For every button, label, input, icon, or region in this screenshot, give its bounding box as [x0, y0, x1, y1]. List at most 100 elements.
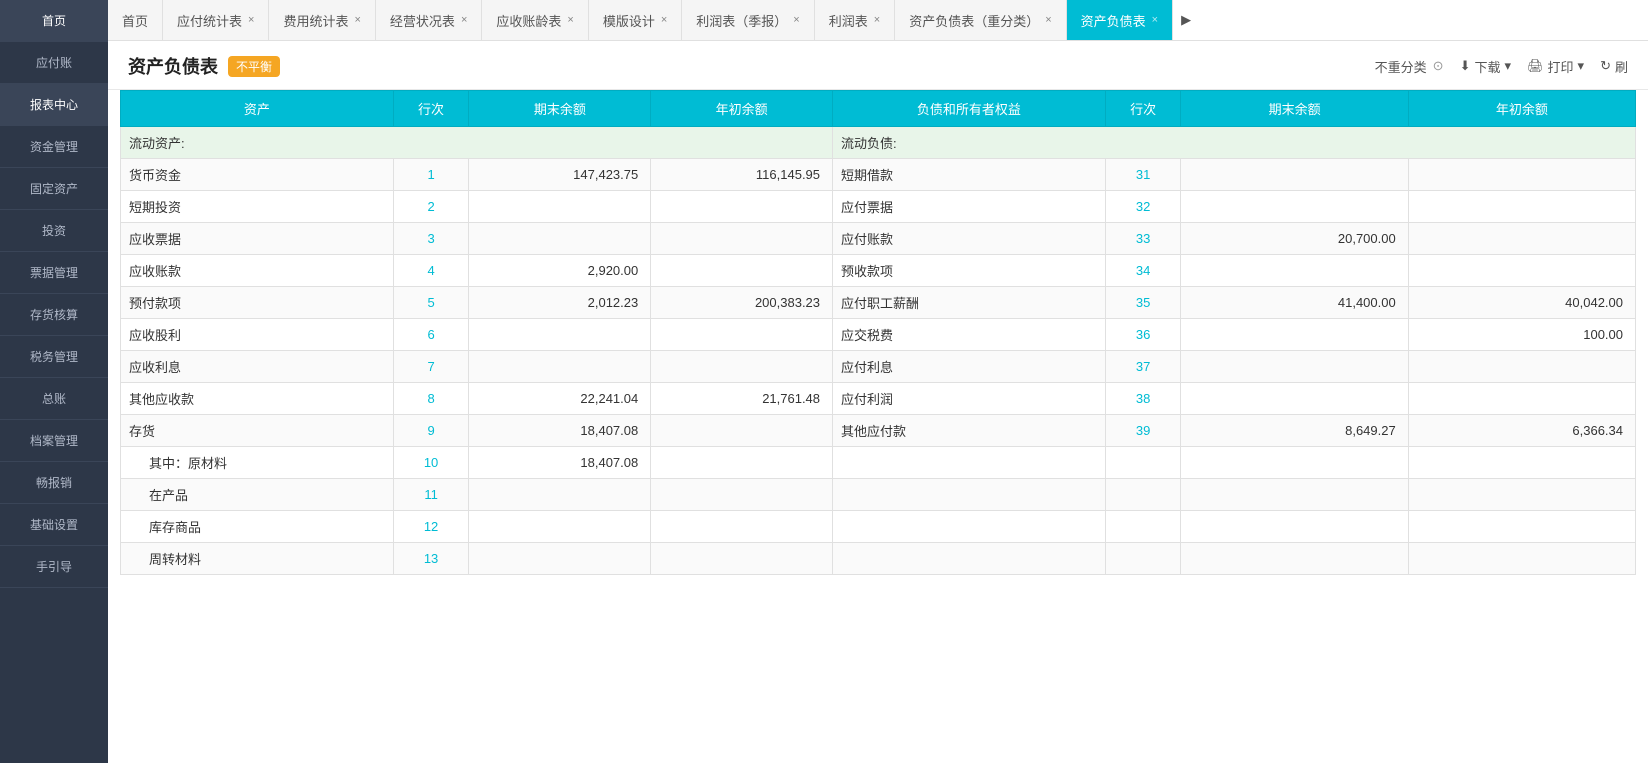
sidebar-item-report-center[interactable]: 报表中心 — [0, 84, 108, 126]
table-row[interactable]: 货币资金 1 147,423.75 116,145.95 短期借款 31 — [121, 159, 1636, 191]
header-liabilities: 负债和所有者权益 — [833, 91, 1106, 127]
close-tab-expense-stat[interactable]: × — [354, 14, 360, 26]
table-row[interactable]: 周转材料 13 — [121, 543, 1636, 575]
page-title-area: 资产负债表 不平衡 — [128, 53, 280, 79]
liability-row-number: 38 — [1105, 383, 1181, 415]
liability-end-balance — [1181, 191, 1408, 223]
sidebar-item-tax-management[interactable]: 税务管理 — [0, 336, 108, 378]
close-tab-operations-report[interactable]: × — [461, 14, 467, 26]
table-row[interactable]: 存货 9 18,407.08 其他应付款 39 8,649.27 6,366.3… — [121, 415, 1636, 447]
tab-balance-sheet[interactable]: 资产负债表 × — [1067, 0, 1173, 40]
liability-year-start-balance — [1408, 351, 1635, 383]
tab-profit-quarterly[interactable]: 利润表（季报） × — [682, 0, 814, 40]
liability-end-balance — [1181, 255, 1408, 287]
end-balance: 18,407.08 — [469, 415, 651, 447]
tab-ar-aging[interactable]: 应收账龄表 × — [482, 0, 588, 40]
liability-label: 短期借款 — [833, 159, 1106, 191]
close-tab-ar-aging[interactable]: × — [567, 14, 573, 26]
table-row[interactable]: 应收利息 7 应付利息 37 — [121, 351, 1636, 383]
sidebar-item-investment[interactable]: 投资 — [0, 210, 108, 252]
tab-expense-stat[interactable]: 费用统计表 × — [269, 0, 375, 40]
asset-label: 货币资金 — [121, 159, 394, 191]
tab-profit[interactable]: 利润表 × — [815, 0, 895, 40]
header-assets: 资产 — [121, 91, 394, 127]
table-row[interactable]: 在产品 11 — [121, 479, 1636, 511]
table-row[interactable]: 应收股利 6 应交税费 36 100.00 — [121, 319, 1636, 351]
end-balance — [469, 543, 651, 575]
liability-year-start-balance: 40,042.00 — [1408, 287, 1635, 319]
year-start-balance — [651, 319, 833, 351]
liability-row-number: 32 — [1105, 191, 1181, 223]
sidebar-item-basic-settings[interactable]: 基础设置 — [0, 504, 108, 546]
tab-operations-report[interactable]: 经营状况表 × — [376, 0, 482, 40]
balance-sheet-table-wrap: 资产 行次 期末余额 年初余额 负债和所有者权益 行次 期末余额 年初余额 流动… — [108, 90, 1648, 587]
row-number: 7 — [393, 351, 469, 383]
refresh-button[interactable]: ↻ 刷 — [1600, 57, 1628, 76]
close-tab-balance-sheet[interactable]: × — [1152, 14, 1158, 26]
tab-bar: 首页 应付统计表 × 费用统计表 × 经营状况表 × 应收账龄表 × 模版设计 … — [108, 0, 1648, 41]
tab-template-design[interactable]: 模版设计 × — [589, 0, 682, 40]
tab-scroll-right[interactable]: ▶ — [1173, 0, 1199, 40]
sidebar-item-assistant[interactable]: 手引导 — [0, 546, 108, 588]
sidebar-item-fund-management[interactable]: 资金管理 — [0, 126, 108, 168]
sidebar-item-accounts-payable[interactable]: 应付账 — [0, 42, 108, 84]
row-number: 9 — [393, 415, 469, 447]
close-tab-template-design[interactable]: × — [661, 14, 667, 26]
sidebar-item-ticket-management[interactable]: 票据管理 — [0, 252, 108, 294]
sidebar-item-home[interactable]: 首页 — [0, 0, 108, 42]
unbalanced-badge: 不平衡 — [228, 56, 280, 77]
header-end-balance2: 期末余额 — [1181, 91, 1408, 127]
table-row[interactable]: 其他应收款 8 22,241.04 21,761.48 应付利润 38 — [121, 383, 1636, 415]
close-tab-profit-quarterly[interactable]: × — [793, 14, 799, 26]
sidebar-item-inventory-calc[interactable]: 存货核算 — [0, 294, 108, 336]
table-row[interactable]: 短期投资 2 应付票据 32 — [121, 191, 1636, 223]
sidebar-item-sales[interactable]: 畅报销 — [0, 462, 108, 504]
header-actions: 不重分类 ⊙ ⬇ 下载 ▾ 🖨 打印 ▾ ↻ 刷 — [1375, 57, 1628, 76]
liability-row-number: 31 — [1105, 159, 1181, 191]
tab-accounts-payable-stat[interactable]: 应付统计表 × — [163, 0, 269, 40]
end-balance: 22,241.04 — [469, 383, 651, 415]
liability-label: 应交税费 — [833, 319, 1106, 351]
table-row[interactable]: 应收账款 4 2,920.00 预收款项 34 — [121, 255, 1636, 287]
sidebar-item-fixed-assets[interactable]: 固定资产 — [0, 168, 108, 210]
liability-row-number: 33 — [1105, 223, 1181, 255]
close-tab-accounts-payable-stat[interactable]: × — [248, 14, 254, 26]
header-row-num: 行次 — [393, 91, 469, 127]
page-title: 资产负债表 — [128, 53, 218, 79]
no-reclassify-button[interactable]: 不重分类 ⊙ — [1375, 57, 1444, 76]
liability-end-balance — [1181, 383, 1408, 415]
liability-year-start-balance — [1408, 383, 1635, 415]
table-row[interactable]: 预付款项 5 2,012.23 200,383.23 应付职工薪酬 35 41,… — [121, 287, 1636, 319]
liability-year-start-balance — [1408, 255, 1635, 287]
table-row-category: 流动资产: 流动负债: — [121, 127, 1636, 159]
close-tab-profit[interactable]: × — [874, 14, 880, 26]
row-number: 2 — [393, 191, 469, 223]
table-row[interactable]: 库存商品 12 — [121, 511, 1636, 543]
row-number: 10 — [393, 447, 469, 479]
asset-label: 应收票据 — [121, 223, 394, 255]
tab-home[interactable]: 首页 — [108, 0, 163, 40]
refresh-icon: ↻ — [1600, 58, 1611, 74]
end-balance: 147,423.75 — [469, 159, 651, 191]
asset-label: 预付款项 — [121, 287, 394, 319]
download-button[interactable]: ⬇ 下载 ▾ — [1460, 57, 1511, 76]
liability-label — [833, 479, 1106, 511]
liability-row-number — [1105, 543, 1181, 575]
tab-balance-reclassified[interactable]: 资产负债表（重分类） × — [895, 0, 1066, 40]
year-start-balance — [651, 543, 833, 575]
page-header: 资产负债表 不平衡 不重分类 ⊙ ⬇ 下载 ▾ 🖨 打印 ▾ — [108, 41, 1648, 90]
download-icon: ⬇ — [1460, 58, 1471, 74]
close-tab-balance-reclassified[interactable]: × — [1045, 14, 1051, 26]
liability-end-balance: 41,400.00 — [1181, 287, 1408, 319]
header-year-start-balance2: 年初余额 — [1408, 91, 1635, 127]
table-row[interactable]: 应收票据 3 应付账款 33 20,700.00 — [121, 223, 1636, 255]
table-row[interactable]: 其中：原材料 10 18,407.08 — [121, 447, 1636, 479]
liability-year-start-balance — [1408, 223, 1635, 255]
liability-end-balance — [1181, 543, 1408, 575]
liability-row-number: 39 — [1105, 415, 1181, 447]
liability-end-balance — [1181, 159, 1408, 191]
sidebar-item-archive-management[interactable]: 档案管理 — [0, 420, 108, 462]
print-button[interactable]: 🖨 打印 ▾ — [1527, 57, 1584, 76]
sidebar-item-ledger[interactable]: 总账 — [0, 378, 108, 420]
asset-label: 短期投资 — [121, 191, 394, 223]
